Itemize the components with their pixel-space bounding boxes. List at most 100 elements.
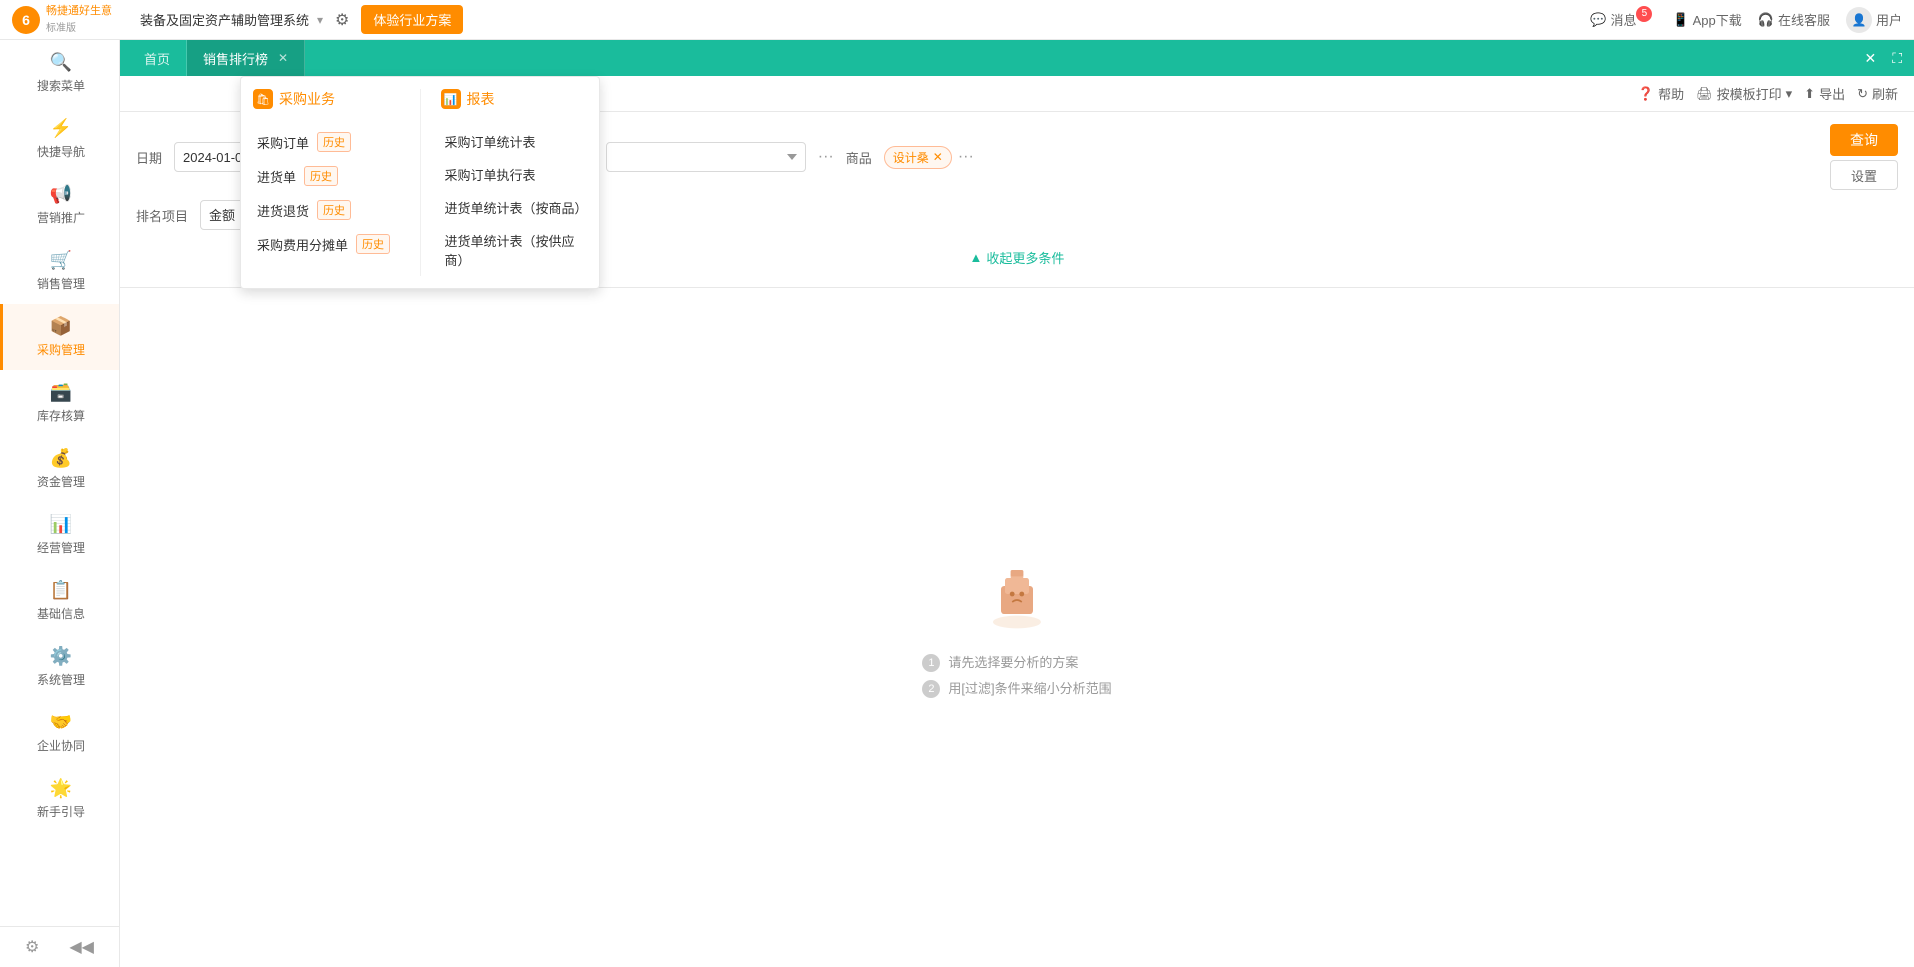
goods-dots[interactable]: ··· [958, 148, 974, 166]
sidebar-item-search[interactable]: 🔍 搜索菜单 [0, 40, 119, 106]
purchase-col-icon: 🛍 [253, 89, 273, 109]
business-icon: 📊 [50, 514, 72, 535]
dropdown-item-purchase-stat[interactable]: 采购订单统计表 [441, 125, 588, 158]
sidebar-item-guide[interactable]: 🌟 新手引导 [0, 766, 119, 832]
collapse-btn[interactable]: ▲ 收起更多条件 [962, 240, 1073, 275]
sidebar-item-guide-label: 新手引导 [37, 803, 85, 820]
logo: 6 畅捷通好生意 标准版 [12, 5, 132, 33]
goods-tag-close-icon[interactable]: ✕ [933, 150, 943, 164]
sidebar-item-finance[interactable]: 💰 资金管理 [0, 436, 119, 502]
dropdown-item-return[interactable]: 进货退货 历史 [253, 193, 400, 227]
sidebar-item-purchase[interactable]: 📦 采购管理 [0, 304, 119, 370]
notification-label: 消息 [1610, 10, 1636, 29]
purchase-icon: 📦 [50, 316, 72, 337]
top-bar-center: 装备及固定资产辅助管理系统 ▾ ⚙ 体验行业方案 [132, 5, 1590, 34]
sidebar-item-sales[interactable]: 🛒 销售管理 [0, 238, 119, 304]
tab-bar-close-btn[interactable]: ✕ [1860, 46, 1880, 71]
logo-text: 畅捷通好生意 [46, 5, 112, 18]
sidebar-item-inventory-label: 库存核算 [37, 407, 85, 424]
tab-sales-rank[interactable]: 销售排行榜 ✕ [187, 40, 305, 76]
logo-icon: 6 [12, 6, 40, 34]
dropdown-item-inbound-stat-goods[interactable]: 进货单统计表（按商品） [441, 191, 588, 224]
print-dropdown-arrow[interactable]: ▾ [1786, 86, 1793, 102]
content-area: 首页 销售排行榜 ✕ ✕ ⛶ 🛍 采购业务 采购订单 [120, 40, 1914, 967]
tab-bar: 首页 销售排行榜 ✕ ✕ ⛶ 🛍 采购业务 采购订单 [120, 40, 1914, 76]
sidebar-item-marketing[interactable]: 📢 营销推广 [0, 172, 119, 238]
notification-badge: 5 [1636, 6, 1652, 22]
report-col-title-label: 报表 [467, 89, 495, 109]
settings-bottom-icon[interactable]: ⚙ [25, 937, 39, 957]
sidebar-bottom: ⚙ ◀◀ [0, 926, 119, 967]
sidebar-item-quick-nav[interactable]: ⚡ 快捷导航 [0, 106, 119, 172]
report-col-title: 📊 报表 [441, 89, 588, 115]
template-print-label: 按模板打印 [1717, 84, 1782, 103]
refresh-icon: ↻ [1857, 86, 1868, 102]
app-download-item[interactable]: 📱 App下载 [1672, 10, 1741, 29]
user-label: 用户 [1876, 10, 1902, 29]
hint-num-2: 2 [922, 680, 940, 698]
tab-sales-rank-label: 销售排行榜 [203, 49, 268, 68]
sidebar-item-business[interactable]: 📊 经营管理 [0, 502, 119, 568]
goods-tag-label: 设计桑 [893, 149, 929, 166]
collapse-sidebar-icon[interactable]: ◀◀ [69, 937, 94, 957]
empty-state-icon [977, 554, 1057, 634]
logo-sub: 标准版 [46, 19, 112, 34]
avatar: 👤 [1846, 7, 1872, 33]
dropdown-item-purchase-order[interactable]: 采购订单 历史 [253, 125, 400, 159]
empty-state: 1 请先选择要分析的方案 2 用[过滤]条件来缩小分析范围 [120, 288, 1914, 967]
ranking-label: 排名项目 [136, 206, 188, 225]
sidebar-item-marketing-label: 营销推广 [37, 209, 85, 226]
hint-text-1: 请先选择要分析的方案 [948, 650, 1078, 676]
dropdown-item-label: 采购订单 [257, 133, 309, 152]
inventory-icon: 🗃️ [50, 382, 72, 403]
refresh-item[interactable]: ↻ 刷新 [1857, 84, 1898, 103]
settings-filter-btn[interactable]: 设置 [1830, 160, 1898, 190]
doc-status-dots[interactable]: ··· [818, 148, 834, 166]
main-layout: 🔍 搜索菜单 ⚡ 快捷导航 📢 营销推广 🛒 销售管理 📦 采购管理 🗃️ 库存… [0, 40, 1914, 967]
online-service-label: 在线客服 [1778, 10, 1830, 29]
dropdown-item-inbound-stat-supplier[interactable]: 进货单统计表（按供应商） [441, 224, 588, 276]
help-item[interactable]: ❓ 帮助 [1638, 84, 1684, 103]
basic-info-icon: 📋 [50, 580, 72, 601]
sales-icon: 🛒 [50, 250, 72, 271]
sidebar-item-system-label: 系统管理 [37, 671, 85, 688]
sidebar-item-finance-label: 资金管理 [37, 473, 85, 490]
sidebar-item-basic-info[interactable]: 📋 基础信息 [0, 568, 119, 634]
online-service-item[interactable]: 🎧 在线客服 [1758, 10, 1830, 29]
history-badge-1: 历史 [317, 132, 351, 152]
collapse-icon: ▲ [970, 250, 983, 265]
history-badge-2: 历史 [304, 166, 338, 186]
notification-item[interactable]: 💬 消息 5 [1590, 10, 1656, 29]
marketing-icon: 📢 [50, 184, 72, 205]
refresh-label: 刷新 [1872, 84, 1898, 103]
dropdown-item-inbound[interactable]: 进货单 历史 [253, 159, 400, 193]
dropdown-item-purchase-exec[interactable]: 采购订单执行表 [441, 158, 588, 191]
dropdown-menu: 🛍 采购业务 采购订单 历史 进货单 历史 进货退货 历史 [240, 76, 600, 289]
sidebar-item-system[interactable]: ⚙️ 系统管理 [0, 634, 119, 700]
print-icon: 🖨 [1696, 86, 1713, 102]
query-btn[interactable]: 查询 [1830, 124, 1898, 156]
sidebar-item-purchase-label: 采购管理 [37, 341, 85, 358]
export-item[interactable]: ⬆ 导出 [1804, 84, 1845, 103]
sidebar: 🔍 搜索菜单 ⚡ 快捷导航 📢 营销推广 🛒 销售管理 📦 采购管理 🗃️ 库存… [0, 40, 120, 967]
sidebar-item-inventory[interactable]: 🗃️ 库存核算 [0, 370, 119, 436]
goods-label: 商品 [846, 148, 872, 167]
purchase-col: 🛍 采购业务 采购订单 历史 进货单 历史 进货退货 历史 [253, 89, 400, 276]
settings-icon[interactable]: ⚙ [331, 6, 353, 34]
phone-icon: 📱 [1672, 12, 1688, 28]
tab-home[interactable]: 首页 [128, 40, 187, 76]
tab-close-icon[interactable]: ✕ [278, 51, 288, 65]
system-dropdown-arrow[interactable]: ▾ [317, 13, 323, 27]
industry-btn[interactable]: 体验行业方案 [361, 5, 463, 34]
date-label: 日期 [136, 148, 162, 167]
tab-bar-expand-btn[interactable]: ⛶ [1888, 46, 1906, 71]
btn-row: 查询 设置 [1830, 124, 1898, 190]
dropdown-item-expense[interactable]: 采购费用分摊单 历史 [253, 227, 400, 261]
user-item[interactable]: 👤 用户 [1846, 7, 1902, 33]
sidebar-item-enterprise[interactable]: 🤝 企业协同 [0, 700, 119, 766]
doc-status-select[interactable] [606, 142, 806, 172]
export-icon: ⬆ [1804, 86, 1815, 102]
dropdown-item-label: 进货单统计表（按商品） [445, 198, 584, 217]
history-badge-4: 历史 [356, 234, 390, 254]
template-print-item[interactable]: 🖨 按模板打印 ▾ [1696, 84, 1792, 103]
